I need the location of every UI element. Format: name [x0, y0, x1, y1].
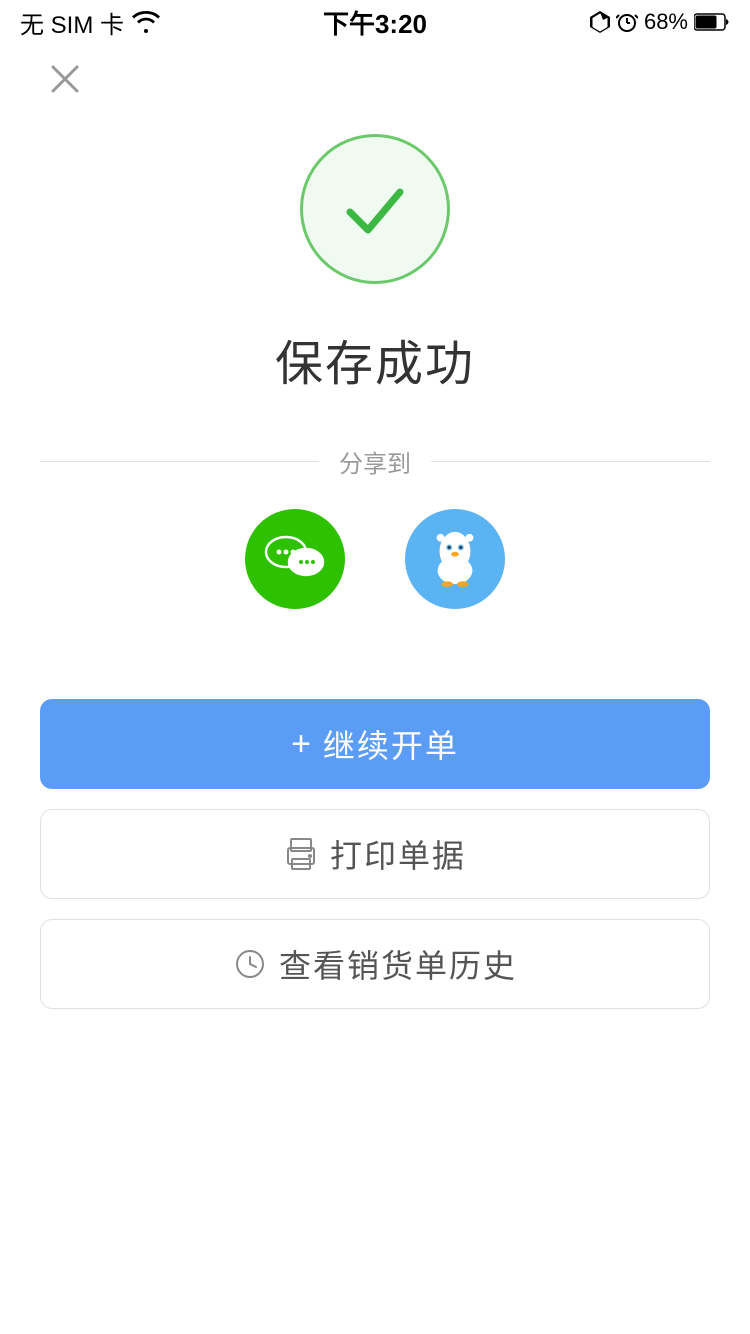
qq-logo-icon — [426, 530, 484, 588]
wechat-logo-icon — [264, 528, 326, 590]
battery-icon — [694, 13, 730, 31]
continue-order-label: 继续开单 — [323, 721, 459, 767]
main-content: 保存成功 分享到 — [0, 44, 750, 1009]
battery-label: 68% — [644, 9, 688, 35]
history-icon — [233, 947, 267, 981]
alarm-icon — [616, 11, 638, 33]
success-icon-circle — [300, 134, 450, 284]
plus-icon: + — [291, 725, 313, 764]
close-button[interactable] — [40, 54, 90, 104]
print-button[interactable]: 打印单据 — [40, 809, 710, 899]
action-buttons: + 继续开单 打印单据 查看销货单历史 — [0, 699, 750, 1009]
success-title: 保存成功 — [275, 324, 475, 394]
history-button[interactable]: 查看销货单历史 — [40, 919, 710, 1009]
continue-order-button[interactable]: + 继续开单 — [40, 699, 710, 789]
wifi-icon — [132, 11, 160, 33]
divider-left — [40, 461, 319, 462]
location-icon — [590, 11, 610, 33]
status-bar: 无 SIM 卡 下午3:20 68% — [0, 0, 750, 44]
checkmark-icon — [340, 174, 410, 244]
no-sim-label: 无 SIM 卡 — [20, 5, 124, 40]
status-time: 下午3:20 — [323, 4, 427, 41]
status-left: 无 SIM 卡 — [20, 5, 160, 40]
share-label: 分享到 — [319, 444, 431, 479]
divider-right — [431, 461, 710, 462]
status-right: 68% — [590, 9, 730, 35]
share-icons-row — [245, 509, 505, 609]
print-icon — [284, 837, 318, 871]
history-label: 查看销货单历史 — [279, 941, 517, 987]
share-section: 分享到 — [0, 444, 750, 609]
print-label: 打印单据 — [330, 831, 466, 877]
wechat-share-button[interactable] — [245, 509, 345, 609]
share-divider-row: 分享到 — [0, 444, 750, 479]
qq-share-button[interactable] — [405, 509, 505, 609]
